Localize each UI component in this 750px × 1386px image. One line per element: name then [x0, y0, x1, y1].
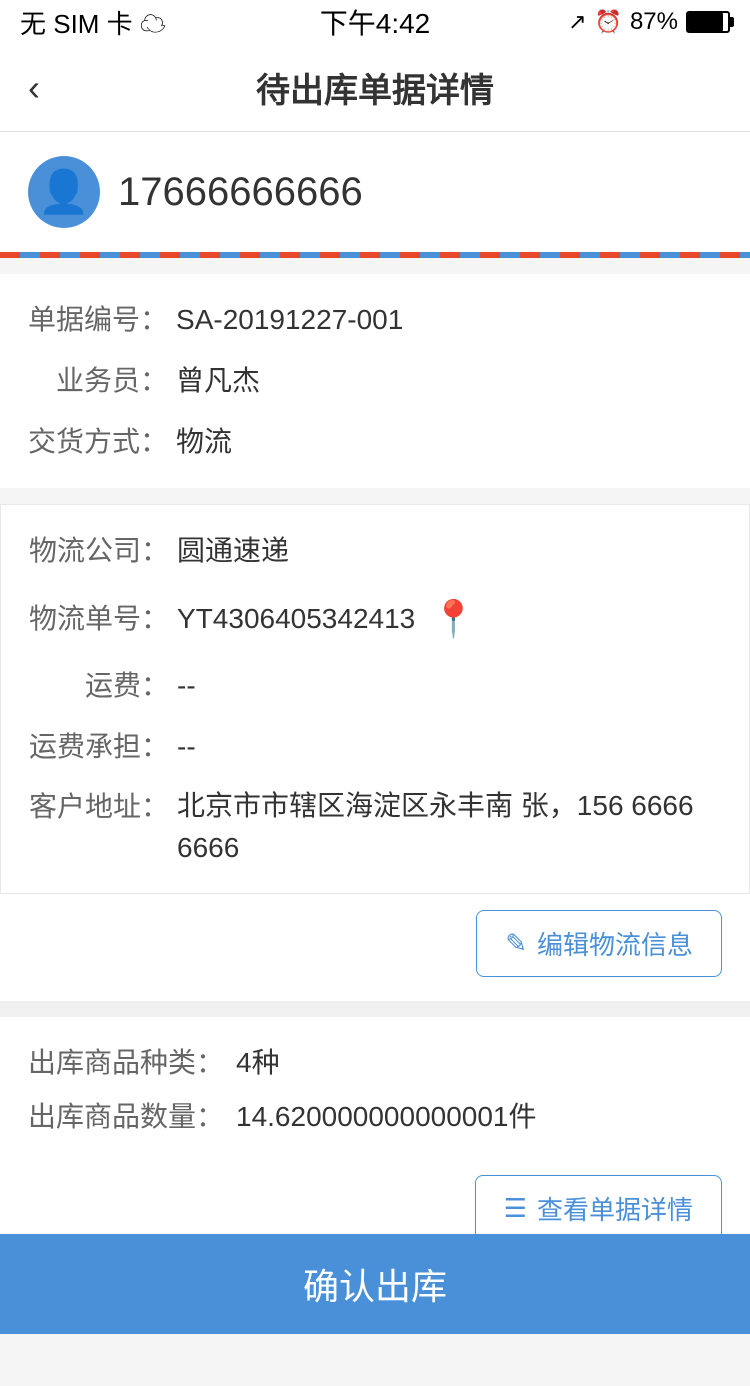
view-detail-btn-label: 查看单据详情	[537, 1190, 693, 1227]
dashed-divider	[0, 252, 750, 258]
status-right: ↗ ⏰ 87%	[568, 8, 730, 36]
battery-fill	[688, 13, 723, 31]
salesperson-label: 业务员：	[28, 359, 168, 404]
logistics-card: 物流公司： 圆通速递 物流单号： YT4306405342413 📍 运费： -…	[0, 504, 750, 894]
freight-value: --	[177, 664, 721, 709]
document-no-value: SA-20191227-001	[176, 298, 722, 343]
tracking-no-container: YT4306405342413 📍	[177, 590, 476, 648]
order-info-card: 单据编号： SA-20191227-001 业务员： 曾凡杰 交货方式： 物流	[0, 274, 750, 488]
detail-icon: ☰	[504, 1193, 527, 1224]
salesperson-value: 曾凡杰	[176, 359, 722, 404]
freight-bearer-value: --	[177, 725, 721, 770]
tracking-no-value: YT4306405342413	[177, 597, 415, 642]
address-value: 北京市市辖区海淀区永丰南 张，156 6666 6666	[177, 785, 721, 869]
page-title: 待出库单据详情	[256, 63, 494, 112]
goods-quantity-label: 出库商品数量：	[28, 1095, 228, 1135]
freight-bearer-row: 运费承担： --	[29, 725, 721, 770]
status-bar: 无 SIM 卡 ☁ 下午4:42 ↗ ⏰ 87%	[0, 0, 750, 44]
edit-btn-row: ✎ 编辑物流信息	[0, 894, 750, 1001]
customer-phone: 17666666666	[118, 170, 363, 215]
battery-icon	[686, 11, 730, 33]
confirm-out-button[interactable]: 确认出库	[0, 1234, 750, 1334]
edit-icon: ✎	[505, 928, 527, 959]
status-left: 无 SIM 卡 ☁	[20, 4, 166, 41]
freight-label: 运费：	[29, 664, 169, 709]
content: 👤 17666666666 单据编号： SA-20191227-001 业务员：…	[0, 132, 750, 1386]
status-time: 下午4:42	[320, 2, 431, 42]
logistics-company-row: 物流公司： 圆通速递	[29, 529, 721, 574]
goods-type-label: 出库商品种类：	[28, 1041, 228, 1081]
address-row: 客户地址： 北京市市辖区海淀区永丰南 张，156 6666 6666	[29, 785, 721, 869]
goods-card: 出库商品种类： 4种 出库商品数量： 14.620000000000001件	[0, 1017, 750, 1159]
logistics-company-value: 圆通速递	[177, 529, 721, 574]
tracking-no-label: 物流单号：	[29, 597, 169, 642]
freight-row: 运费： --	[29, 664, 721, 709]
tracking-no-row: 物流单号： YT4306405342413 📍	[29, 590, 721, 648]
logistics-company-label: 物流公司：	[29, 529, 169, 574]
location-icon: ↗	[568, 9, 586, 35]
edit-btn-label: 编辑物流信息	[537, 925, 693, 962]
section-divider	[0, 1001, 750, 1017]
goods-quantity-row: 出库商品数量： 14.620000000000001件	[28, 1095, 722, 1135]
back-button[interactable]: ‹	[28, 67, 40, 109]
avatar-icon: 👤	[38, 168, 90, 217]
battery-percent: 87%	[630, 8, 678, 36]
delivery-method-row: 交货方式： 物流	[28, 420, 722, 465]
avatar: 👤	[28, 156, 100, 228]
edit-logistics-button[interactable]: ✎ 编辑物流信息	[476, 910, 722, 977]
delivery-method-value: 物流	[176, 420, 722, 465]
goods-quantity-value: 14.620000000000001件	[236, 1095, 537, 1135]
sim-status: 无 SIM 卡 ☁	[20, 4, 166, 41]
document-no-row: 单据编号： SA-20191227-001	[28, 298, 722, 343]
salesperson-row: 业务员： 曾凡杰	[28, 359, 722, 404]
track-location-icon[interactable]: 📍	[431, 590, 476, 648]
view-detail-button[interactable]: ☰ 查看单据详情	[475, 1175, 722, 1242]
goods-type-value: 4种	[236, 1041, 280, 1081]
confirm-btn-text: 确认出库	[303, 1258, 447, 1310]
delivery-method-label: 交货方式：	[28, 420, 168, 465]
document-no-label: 单据编号：	[28, 298, 168, 343]
customer-header: 👤 17666666666	[0, 132, 750, 252]
freight-bearer-label: 运费承担：	[29, 725, 169, 770]
address-label: 客户地址：	[29, 785, 169, 830]
nav-bar: ‹ 待出库单据详情	[0, 44, 750, 132]
goods-type-row: 出库商品种类： 4种	[28, 1041, 722, 1081]
alarm-icon: ⏰	[595, 9, 622, 35]
